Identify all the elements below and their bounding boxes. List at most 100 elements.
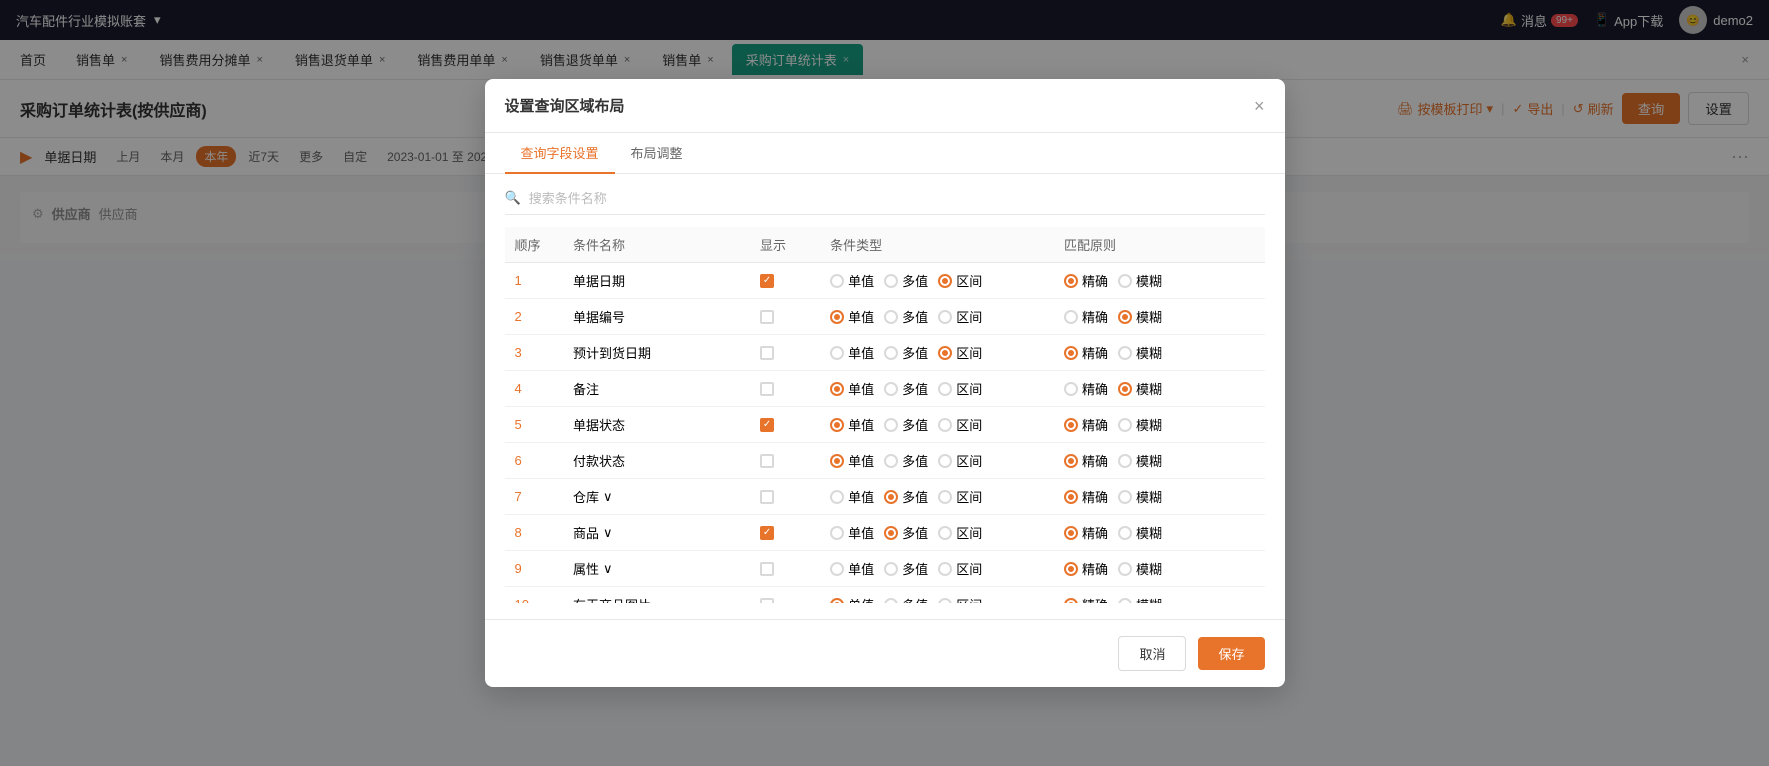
match-group-8: 精确 模糊 bbox=[1064, 523, 1255, 542]
settings-modal: 设置查询区域布局 × 查询字段设置 布局调整 🔍 顺序 条件名称 显示 bbox=[485, 79, 1285, 687]
row-name-3: 预计到货日期 bbox=[573, 346, 651, 361]
type-single-7[interactable]: 单值 bbox=[830, 487, 874, 506]
type-single-10[interactable]: 单值 bbox=[830, 595, 874, 603]
match-fuzzy-3[interactable]: 模糊 bbox=[1118, 343, 1162, 362]
type-multi-2[interactable]: 多值 bbox=[884, 307, 928, 326]
type-multi-4[interactable]: 多值 bbox=[884, 379, 928, 398]
show-checkbox-6[interactable] bbox=[760, 454, 774, 468]
match-fuzzy-9[interactable]: 模糊 bbox=[1118, 559, 1162, 578]
match-fuzzy-10[interactable]: 模糊 bbox=[1118, 595, 1162, 603]
modal-close-button[interactable]: × bbox=[1254, 97, 1265, 115]
match-exact-5[interactable]: 精确 bbox=[1064, 415, 1108, 434]
modal-overlay: 设置查询区域布局 × 查询字段设置 布局调整 🔍 顺序 条件名称 显示 bbox=[0, 0, 1769, 766]
dropdown-icon: ∨ bbox=[603, 561, 613, 577]
type-range-9[interactable]: 区间 bbox=[938, 559, 982, 578]
table-row: 6付款状态 单值 多值 区间 精确 模糊 bbox=[505, 443, 1265, 479]
show-checkbox-4[interactable] bbox=[760, 382, 774, 396]
table-row: 8商品 ∨ 单值 多值 区间 精确 模糊 bbox=[505, 515, 1265, 551]
type-range-2[interactable]: 区间 bbox=[938, 307, 982, 326]
type-group-2: 单值 多值 区间 bbox=[830, 307, 1044, 326]
type-single-6[interactable]: 单值 bbox=[830, 451, 874, 470]
type-multi-10[interactable]: 多值 bbox=[884, 595, 928, 603]
modal-title: 设置查询区域布局 bbox=[505, 95, 625, 116]
type-single-1[interactable]: 单值 bbox=[830, 271, 874, 290]
type-single-5[interactable]: 单值 bbox=[830, 415, 874, 434]
match-group-4: 精确 模糊 bbox=[1064, 379, 1255, 398]
modal-body: 🔍 顺序 条件名称 显示 条件类型 匹配原则 bbox=[485, 174, 1285, 619]
row-name-7: 仓库 ∨ bbox=[573, 487, 740, 506]
type-range-10[interactable]: 区间 bbox=[938, 595, 982, 603]
match-fuzzy-8[interactable]: 模糊 bbox=[1118, 523, 1162, 542]
row-order-1: 1 bbox=[515, 273, 522, 288]
row-order-2: 2 bbox=[515, 309, 522, 324]
match-group-2: 精确 模糊 bbox=[1064, 307, 1255, 326]
save-button[interactable]: 保存 bbox=[1198, 637, 1264, 670]
type-range-4[interactable]: 区间 bbox=[938, 379, 982, 398]
show-checkbox-3[interactable] bbox=[760, 346, 774, 360]
match-exact-7[interactable]: 精确 bbox=[1064, 487, 1108, 506]
row-name-5: 单据状态 bbox=[573, 418, 625, 433]
show-checkbox-5[interactable] bbox=[760, 418, 774, 432]
match-fuzzy-5[interactable]: 模糊 bbox=[1118, 415, 1162, 434]
match-group-1: 精确 模糊 bbox=[1064, 271, 1255, 290]
search-input[interactable] bbox=[529, 191, 729, 206]
type-range-3[interactable]: 区间 bbox=[938, 343, 982, 362]
type-group-7: 单值 多值 区间 bbox=[830, 487, 1044, 506]
match-group-10: 精确 模糊 bbox=[1064, 595, 1255, 603]
type-multi-8[interactable]: 多值 bbox=[884, 523, 928, 542]
type-multi-7[interactable]: 多值 bbox=[884, 487, 928, 506]
match-exact-6[interactable]: 精确 bbox=[1064, 451, 1108, 470]
match-fuzzy-4[interactable]: 模糊 bbox=[1118, 379, 1162, 398]
table-row: 4备注 单值 多值 区间 精确 模糊 bbox=[505, 371, 1265, 407]
type-range-1[interactable]: 区间 bbox=[938, 271, 982, 290]
match-exact-8[interactable]: 精确 bbox=[1064, 523, 1108, 542]
show-checkbox-1[interactable] bbox=[760, 274, 774, 288]
type-multi-5[interactable]: 多值 bbox=[884, 415, 928, 434]
type-single-2[interactable]: 单值 bbox=[830, 307, 874, 326]
type-multi-1[interactable]: 多值 bbox=[884, 271, 928, 290]
type-group-4: 单值 多值 区间 bbox=[830, 379, 1044, 398]
show-checkbox-9[interactable] bbox=[760, 562, 774, 576]
match-exact-2[interactable]: 精确 bbox=[1064, 307, 1108, 326]
show-checkbox-10[interactable] bbox=[760, 598, 774, 604]
type-multi-6[interactable]: 多值 bbox=[884, 451, 928, 470]
modal-tab-layout[interactable]: 布局调整 bbox=[615, 133, 699, 174]
cancel-button[interactable]: 取消 bbox=[1118, 636, 1186, 671]
col-header-type: 条件类型 bbox=[820, 227, 1054, 263]
show-checkbox-8[interactable] bbox=[760, 526, 774, 540]
type-range-7[interactable]: 区间 bbox=[938, 487, 982, 506]
table-row: 2单据编号 单值 多值 区间 精确 模糊 bbox=[505, 299, 1265, 335]
match-group-3: 精确 模糊 bbox=[1064, 343, 1255, 362]
type-single-8[interactable]: 单值 bbox=[830, 523, 874, 542]
match-exact-4[interactable]: 精确 bbox=[1064, 379, 1108, 398]
dropdown-icon: ∨ bbox=[603, 525, 613, 541]
table-row: 10有无商品图片 单值 多值 区间 精确 模糊 bbox=[505, 587, 1265, 604]
col-header-order: 顺序 bbox=[505, 227, 563, 263]
type-multi-9[interactable]: 多值 bbox=[884, 559, 928, 578]
match-exact-10[interactable]: 精确 bbox=[1064, 595, 1108, 603]
type-single-3[interactable]: 单值 bbox=[830, 343, 874, 362]
type-group-1: 单值 多值 区间 bbox=[830, 271, 1044, 290]
table-row: 3预计到货日期 单值 多值 区间 精确 模糊 bbox=[505, 335, 1265, 371]
type-range-8[interactable]: 区间 bbox=[938, 523, 982, 542]
type-range-5[interactable]: 区间 bbox=[938, 415, 982, 434]
table-scroll-area: 1单据日期 单值 多值 区间 精确 模糊 bbox=[505, 263, 1265, 603]
match-fuzzy-2[interactable]: 模糊 bbox=[1118, 307, 1162, 326]
match-exact-1[interactable]: 精确 bbox=[1064, 271, 1108, 290]
type-range-6[interactable]: 区间 bbox=[938, 451, 982, 470]
type-single-9[interactable]: 单值 bbox=[830, 559, 874, 578]
match-exact-9[interactable]: 精确 bbox=[1064, 559, 1108, 578]
config-table-body: 1单据日期 单值 多值 区间 精确 模糊 bbox=[505, 263, 1265, 603]
match-fuzzy-1[interactable]: 模糊 bbox=[1118, 271, 1162, 290]
type-single-4[interactable]: 单值 bbox=[830, 379, 874, 398]
show-checkbox-2[interactable] bbox=[760, 310, 774, 324]
row-name-6: 付款状态 bbox=[573, 454, 625, 469]
modal-tab-fields[interactable]: 查询字段设置 bbox=[505, 133, 615, 174]
show-checkbox-7[interactable] bbox=[760, 490, 774, 504]
match-fuzzy-6[interactable]: 模糊 bbox=[1118, 451, 1162, 470]
match-fuzzy-7[interactable]: 模糊 bbox=[1118, 487, 1162, 506]
table-header-row: 顺序 条件名称 显示 条件类型 匹配原则 bbox=[505, 227, 1265, 263]
type-multi-3[interactable]: 多值 bbox=[884, 343, 928, 362]
type-group-9: 单值 多值 区间 bbox=[830, 559, 1044, 578]
match-exact-3[interactable]: 精确 bbox=[1064, 343, 1108, 362]
